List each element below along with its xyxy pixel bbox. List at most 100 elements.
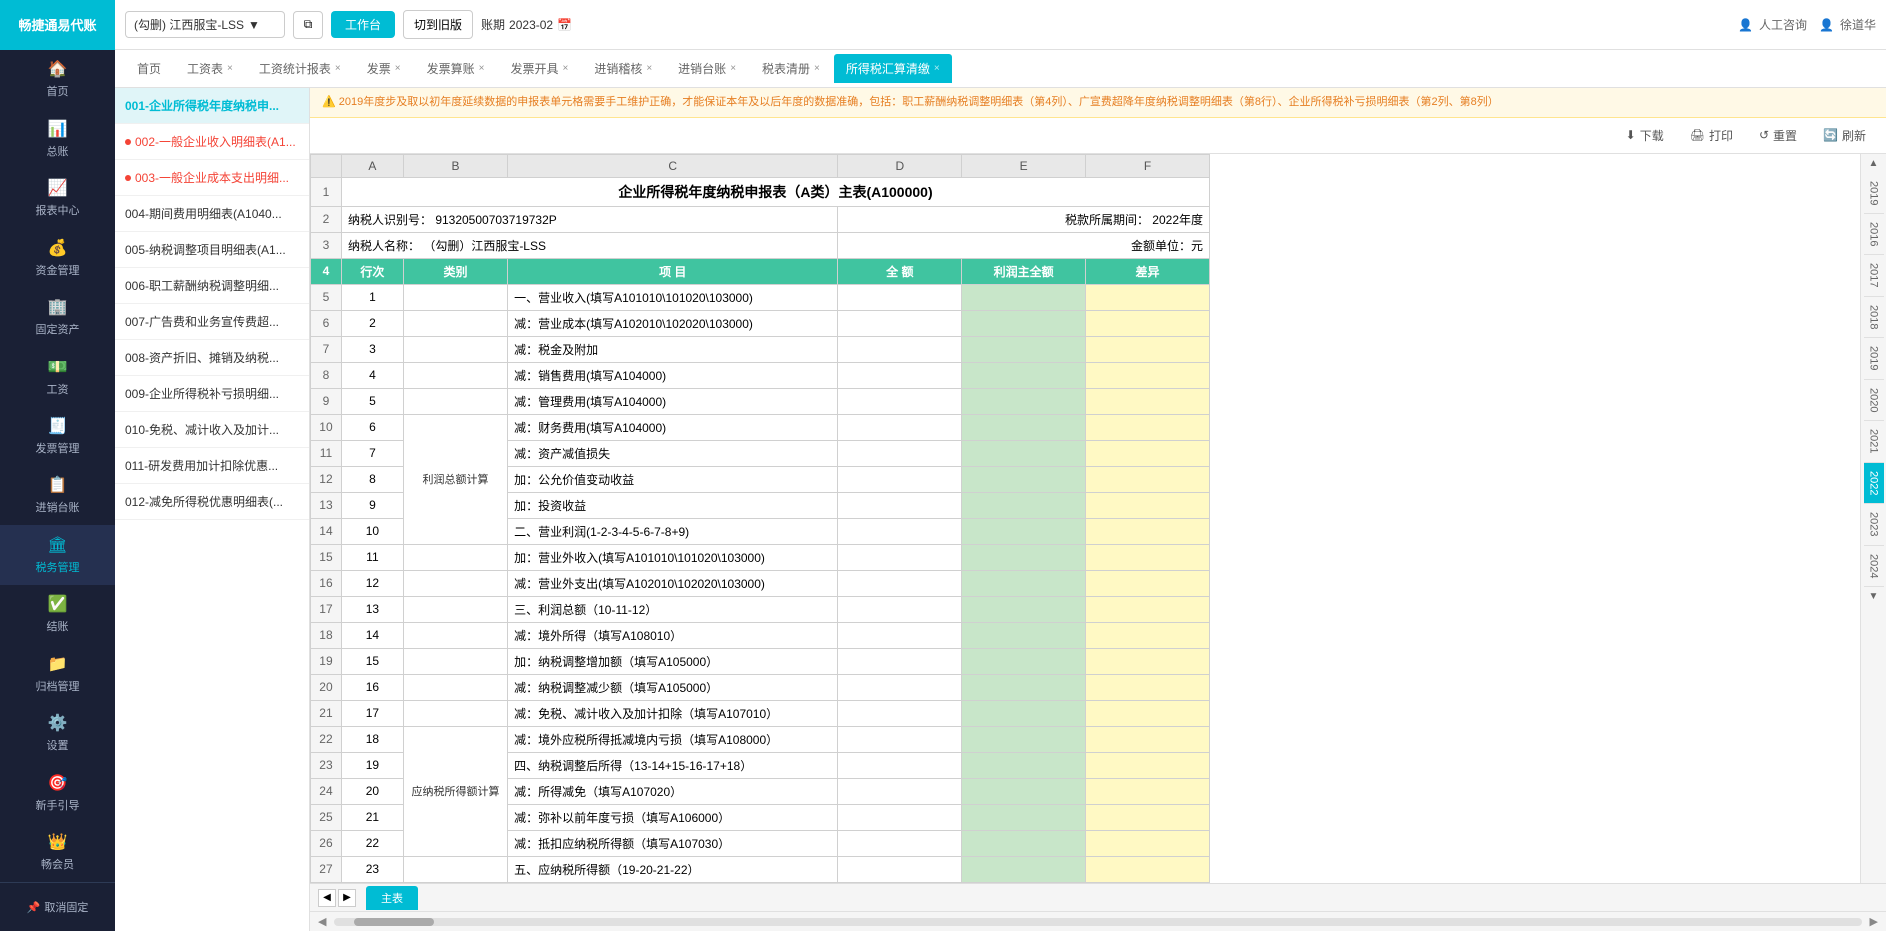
cell-19-b[interactable] <box>403 648 507 674</box>
cell-19-d[interactable] <box>838 648 962 674</box>
cell-11-d[interactable] <box>838 440 962 466</box>
cell-15-c[interactable]: 加：营业外收入(填写A101010\101020\103000) <box>508 544 838 570</box>
cell-7-d[interactable] <box>838 336 962 362</box>
cell-9-b[interactable] <box>403 388 507 414</box>
sidebar-item-sales[interactable]: 📋 进销台账 <box>0 466 115 525</box>
cell-26-c[interactable]: 减：抵扣应纳税所得额（填写A107030） <box>508 830 838 856</box>
workspace-button[interactable]: 工作台 <box>331 11 395 38</box>
scroll-left-icon[interactable]: ◀ <box>318 915 326 928</box>
sidebar-item-invoice[interactable]: 🧾 发票管理 <box>0 406 115 465</box>
tab-income-tax[interactable]: 所得税汇算清缴 × <box>834 54 952 83</box>
year-2017[interactable]: 2017 <box>1864 255 1884 296</box>
cell-10-e[interactable] <box>962 414 1086 440</box>
cell-20-f[interactable] <box>1086 674 1210 700</box>
cell-5-a[interactable]: 1 <box>341 284 403 310</box>
cell-15-b[interactable] <box>403 544 507 570</box>
cell-14-c[interactable]: 二、营业利润(1-2-3-4-5-6-7-8+9) <box>508 518 838 544</box>
cell-23-e[interactable] <box>962 752 1086 778</box>
left-panel-item-011[interactable]: 011-研发费用加计扣除优惠... <box>115 448 309 484</box>
cell-24-f[interactable] <box>1086 778 1210 804</box>
cell-5-b[interactable] <box>403 284 507 310</box>
tab-sales-ledger-close[interactable]: × <box>730 63 736 74</box>
cell-23-c[interactable]: 四、纳税调整后所得（13-14+15-16-17+18） <box>508 752 838 778</box>
horizontal-scrollbar[interactable] <box>334 918 1861 926</box>
user-profile-area[interactable]: 👤 徐道华 <box>1819 16 1876 33</box>
cell-21-e[interactable] <box>962 700 1086 726</box>
cell-26-f[interactable] <box>1086 830 1210 856</box>
cell-13-a[interactable]: 9 <box>341 492 403 518</box>
left-panel-item-007[interactable]: 007-广告费和业务宣传费超... <box>115 304 309 340</box>
year-up-button[interactable]: ▲ <box>1865 154 1883 173</box>
cell-19-f[interactable] <box>1086 648 1210 674</box>
cell-20-b[interactable] <box>403 674 507 700</box>
cell-24-a[interactable]: 20 <box>341 778 403 804</box>
cell-11-f[interactable] <box>1086 440 1210 466</box>
sidebar-item-assets[interactable]: 🏢 固定资产 <box>0 287 115 346</box>
sidebar-item-reports[interactable]: 📈 报表中心 <box>0 168 115 227</box>
year-2020[interactable]: 2020 <box>1864 380 1884 421</box>
cell-12-c[interactable]: 加：公允价值变动收益 <box>508 466 838 492</box>
left-panel-item-006[interactable]: 006-职工薪酬纳税调整明细... <box>115 268 309 304</box>
cell-28-b[interactable] <box>403 882 507 883</box>
cell-16-e[interactable] <box>962 570 1086 596</box>
cell-13-f[interactable] <box>1086 492 1210 518</box>
left-panel-item-003[interactable]: 003-一般企业成本支出明细... <box>115 160 309 196</box>
cell-22-f[interactable] <box>1086 726 1210 752</box>
year-2021[interactable]: 2021 <box>1864 421 1884 462</box>
tab-invoice-issue[interactable]: 发票开具 × <box>498 54 580 83</box>
cell-25-f[interactable] <box>1086 804 1210 830</box>
tab-tax-list[interactable]: 税表清册 × <box>750 54 832 83</box>
cell-27-d[interactable] <box>838 856 962 882</box>
cell-26-a[interactable]: 22 <box>341 830 403 856</box>
cell-24-d[interactable] <box>838 778 962 804</box>
cell-16-c[interactable]: 减：营业外支出(填写A102010\102020\103000) <box>508 570 838 596</box>
cell-5-f[interactable] <box>1086 284 1210 310</box>
cell-9-f[interactable] <box>1086 388 1210 414</box>
cell-14-d[interactable] <box>838 518 962 544</box>
refresh-button[interactable]: 🔄 刷新 <box>1815 124 1874 147</box>
cell-5-c[interactable]: 一、营业收入(填写A101010\101020\103000) <box>508 284 838 310</box>
cell-12-d[interactable] <box>838 466 962 492</box>
cell-6-a[interactable]: 2 <box>341 310 403 336</box>
tab-invoice-close[interactable]: × <box>395 63 401 74</box>
sidebar-item-settings[interactable]: ⚙️ 设置 <box>0 704 115 763</box>
cell-27-c[interactable]: 五、应纳税所得额（19-20-21-22） <box>508 856 838 882</box>
sidebar-item-ledger[interactable]: 📊 总账 <box>0 109 115 168</box>
cell-23-f[interactable] <box>1086 752 1210 778</box>
cell-24-c[interactable]: 减：所得减免（填写A107020） <box>508 778 838 804</box>
cell-21-b[interactable] <box>403 700 507 726</box>
cell-6-e[interactable] <box>962 310 1086 336</box>
cell-17-a[interactable]: 13 <box>341 596 403 622</box>
cell-23-d[interactable] <box>838 752 962 778</box>
left-panel-item-004[interactable]: 004-期间费用明细表(A1040... <box>115 196 309 232</box>
cell-7-a[interactable]: 3 <box>341 336 403 362</box>
year-2018[interactable]: 2018 <box>1864 297 1884 338</box>
left-panel-item-010[interactable]: 010-免税、减计收入及加计... <box>115 412 309 448</box>
user-service-area[interactable]: 👤 人工咨询 <box>1738 16 1807 33</box>
cell-18-c[interactable]: 减：境外所得（填写A108010） <box>508 622 838 648</box>
tab-sales-ledger[interactable]: 进销台账 × <box>666 54 748 83</box>
cell-25-c[interactable]: 减：弥补以前年度亏损（填写A106000） <box>508 804 838 830</box>
tab-sales-check-close[interactable]: × <box>646 63 652 74</box>
cell-22-d[interactable] <box>838 726 962 752</box>
left-panel-item-001[interactable]: 001-企业所得税年度纳税申... <box>115 88 309 124</box>
cell-8-f[interactable] <box>1086 362 1210 388</box>
cell-8-b[interactable] <box>403 362 507 388</box>
table-container[interactable]: A B C D E F <box>310 154 1860 884</box>
tab-invoice-calc[interactable]: 发票算账 × <box>415 54 497 83</box>
cell-19-a[interactable]: 15 <box>341 648 403 674</box>
cell-9-d[interactable] <box>838 388 962 414</box>
cell-20-c[interactable]: 减：纳税调整减少额（填写A105000） <box>508 674 838 700</box>
cell-16-b[interactable] <box>403 570 507 596</box>
cell-5-d[interactable] <box>838 284 962 310</box>
year-2022[interactable]: 2022 <box>1864 463 1884 504</box>
sidebar-item-home[interactable]: 🏠 首页 <box>0 50 115 109</box>
left-panel-item-009[interactable]: 009-企业所得税补亏损明细... <box>115 376 309 412</box>
cell-26-d[interactable] <box>838 830 962 856</box>
cell-16-a[interactable]: 12 <box>341 570 403 596</box>
cell-16-d[interactable] <box>838 570 962 596</box>
reset-button[interactable]: ↺ 重置 <box>1751 124 1805 147</box>
cell-10-a[interactable]: 6 <box>341 414 403 440</box>
cell-7-c[interactable]: 减：税金及附加 <box>508 336 838 362</box>
cell-18-e[interactable] <box>962 622 1086 648</box>
